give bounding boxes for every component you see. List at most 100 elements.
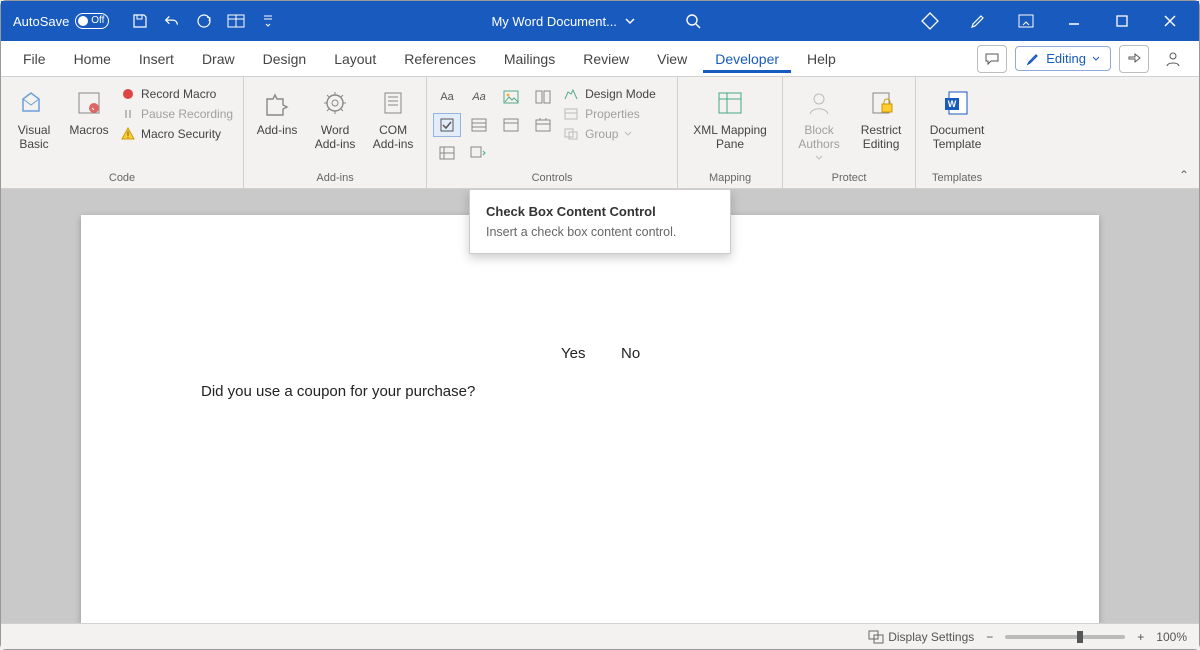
addins-icon	[261, 87, 293, 119]
dropdown-control-button[interactable]	[497, 113, 525, 137]
display-settings-icon	[868, 630, 884, 644]
document-canvas[interactable]: Yes No Did you use a coupon for your pur…	[1, 189, 1199, 623]
tab-insert[interactable]: Insert	[127, 45, 186, 73]
group-controls: Aa Aa Design Mode Properties Group Contr…	[427, 77, 678, 188]
collapse-ribbon-button[interactable]: ⌃	[1179, 168, 1189, 182]
record-macro-button[interactable]: Record Macro	[117, 85, 237, 103]
pause-recording-button: Pause Recording	[117, 105, 237, 123]
com-addins-icon	[377, 87, 409, 119]
search-icon	[685, 13, 701, 29]
group-templates: WDocument Template Templates	[916, 77, 998, 188]
group-code: Visual Basic Macros Record Macro Pause R…	[1, 77, 244, 188]
visual-basic-button[interactable]: Visual Basic	[7, 81, 61, 151]
group-button: Group	[561, 125, 671, 143]
legacy-tools-button[interactable]	[465, 141, 493, 165]
document-title[interactable]: My Word Document...	[491, 14, 634, 29]
ribbon-tab-strip: File Home Insert Draw Design Layout Refe…	[1, 41, 1199, 77]
tab-review[interactable]: Review	[571, 45, 641, 73]
qat-more-icon[interactable]	[259, 12, 277, 30]
zoom-slider[interactable]	[1005, 635, 1125, 639]
title-bar: AutoSave Off My Word Document...	[1, 1, 1199, 41]
share-button[interactable]	[1119, 45, 1149, 73]
controls-gallery: Aa Aa	[433, 81, 557, 165]
tab-design[interactable]: Design	[251, 45, 319, 73]
question-text: Did you use a coupon for your purchase?	[201, 383, 475, 400]
brush-icon[interactable]	[963, 6, 993, 36]
restrict-editing-icon	[865, 87, 897, 119]
macro-security-button[interactable]: !Macro Security	[117, 125, 237, 143]
display-settings-button[interactable]: Display Settings	[868, 630, 974, 644]
properties-button: Properties	[561, 105, 671, 123]
addins-button[interactable]: Add-ins	[250, 81, 304, 137]
tab-help[interactable]: Help	[795, 45, 848, 73]
svg-text:W: W	[948, 99, 957, 109]
tooltip-body: Insert a check box content control.	[486, 225, 714, 239]
account-button[interactable]	[1157, 49, 1189, 69]
tooltip-checkbox-control: Check Box Content Control Insert a check…	[469, 189, 731, 254]
block-authors-button: Block Authors	[789, 81, 849, 161]
properties-icon	[563, 107, 579, 121]
zoom-in-button[interactable]: +	[1137, 630, 1144, 644]
checkbox-control-button[interactable]	[433, 113, 461, 137]
toggle-switch[interactable]: Off	[75, 13, 109, 29]
svg-text:!: !	[127, 130, 130, 140]
record-icon	[121, 87, 135, 101]
column-header-yes: Yes	[561, 345, 585, 362]
zoom-level[interactable]: 100%	[1156, 630, 1187, 644]
word-addins-button[interactable]: Word Add-ins	[308, 81, 362, 151]
diamond-icon[interactable]	[915, 6, 945, 36]
macros-button[interactable]: Macros	[65, 81, 113, 137]
tab-home[interactable]: Home	[62, 45, 123, 73]
plain-text-control-button[interactable]: Aa	[465, 85, 493, 109]
combobox-control-button[interactable]	[465, 113, 493, 137]
tab-developer[interactable]: Developer	[703, 45, 791, 73]
macros-icon	[73, 87, 105, 119]
group-protect: Block Authors Restrict Editing Protect	[783, 77, 916, 188]
block-authors-icon	[803, 87, 835, 119]
date-picker-control-button[interactable]	[529, 113, 557, 137]
design-mode-button[interactable]: Design Mode	[561, 85, 671, 103]
save-icon[interactable]	[131, 12, 149, 30]
undo-icon[interactable]	[163, 12, 181, 30]
picture-control-button[interactable]	[497, 85, 525, 109]
xml-mapping-icon	[714, 87, 746, 119]
document-template-button[interactable]: WDocument Template	[922, 81, 992, 151]
rich-text-control-button[interactable]: Aa	[433, 85, 461, 109]
group-addins: Add-ins Word Add-ins COM Add-ins Add-ins	[244, 77, 427, 188]
tab-references[interactable]: References	[392, 45, 488, 73]
zoom-out-button[interactable]: −	[986, 630, 993, 644]
comments-button[interactable]	[977, 45, 1007, 73]
redo-icon[interactable]	[195, 12, 213, 30]
xml-mapping-button[interactable]: XML Mapping Pane	[684, 81, 776, 151]
table-icon[interactable]	[227, 12, 245, 30]
tab-layout[interactable]: Layout	[322, 45, 388, 73]
close-button[interactable]	[1155, 6, 1185, 36]
tab-view[interactable]: View	[645, 45, 699, 73]
chevron-down-icon	[1092, 56, 1100, 62]
pencil-icon	[1026, 52, 1040, 66]
search-button[interactable]	[685, 13, 701, 29]
minimize-button[interactable]	[1059, 6, 1089, 36]
visual-basic-icon	[18, 87, 50, 119]
ribbon-display-icon[interactable]	[1011, 6, 1041, 36]
ribbon: Visual Basic Macros Record Macro Pause R…	[1, 77, 1199, 189]
building-block-control-button[interactable]	[529, 85, 557, 109]
tab-mailings[interactable]: Mailings	[492, 45, 567, 73]
tab-file[interactable]: File	[11, 45, 58, 73]
document-page[interactable]: Yes No Did you use a coupon for your pur…	[81, 215, 1099, 623]
warning-icon: !	[121, 127, 135, 141]
quick-access-toolbar	[131, 12, 277, 30]
autosave-label: AutoSave	[13, 14, 69, 29]
com-addins-button[interactable]: COM Add-ins	[366, 81, 420, 151]
tooltip-title: Check Box Content Control	[486, 204, 714, 219]
autosave-toggle[interactable]: AutoSave Off	[13, 13, 109, 29]
tab-draw[interactable]: Draw	[190, 45, 247, 73]
chevron-down-icon	[625, 17, 635, 25]
design-mode-icon	[563, 87, 579, 101]
group-icon	[563, 127, 579, 141]
editing-mode-button[interactable]: Editing	[1015, 46, 1111, 71]
maximize-button[interactable]	[1107, 6, 1137, 36]
group-mapping: XML Mapping Pane Mapping	[678, 77, 783, 188]
repeating-section-control-button[interactable]	[433, 141, 461, 165]
restrict-editing-button[interactable]: Restrict Editing	[853, 81, 909, 151]
